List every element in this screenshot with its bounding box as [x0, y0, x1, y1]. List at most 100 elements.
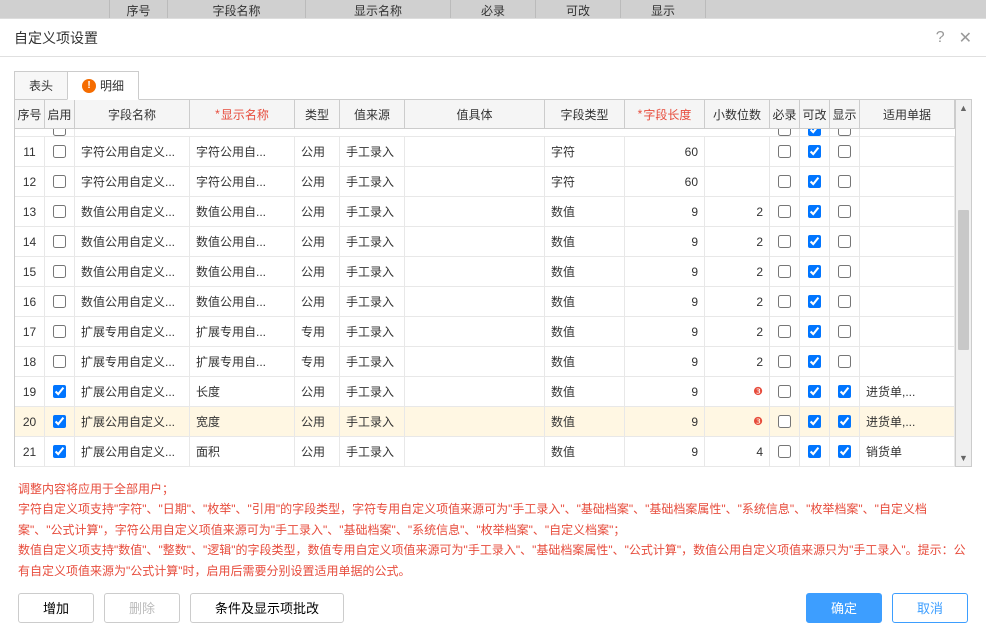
decimal-cell[interactable] [705, 137, 770, 166]
length-cell[interactable]: 9 [625, 377, 705, 406]
visible-checkbox[interactable] [830, 377, 860, 406]
display-name-cell[interactable]: 宽度 [190, 407, 295, 436]
length-cell[interactable]: 9 [625, 197, 705, 226]
enable-checkbox[interactable] [53, 129, 66, 136]
source-cell[interactable]: 手工录入 [340, 167, 405, 196]
col-field-name[interactable]: 字段名称 [75, 100, 190, 128]
required-checkbox[interactable] [778, 129, 791, 136]
visible-checkbox[interactable] [830, 317, 860, 346]
col-visible[interactable]: 显示 [830, 100, 860, 128]
scroll-up-icon[interactable]: ▲ [956, 100, 971, 116]
enable-checkbox[interactable] [45, 137, 75, 166]
enable-checkbox[interactable] [45, 227, 75, 256]
field-name-cell[interactable]: 扩展公用自定义... [75, 377, 190, 406]
body-cell[interactable] [405, 437, 545, 466]
modifiable-checkbox[interactable] [800, 377, 830, 406]
body-cell[interactable] [405, 317, 545, 346]
table-row[interactable]: 11字符公用自定义...字符公用自...公用手工录入字符60 [15, 137, 955, 167]
length-cell[interactable]: 60 [625, 137, 705, 166]
col-enable[interactable]: 启用 [45, 100, 75, 128]
enable-checkbox[interactable] [45, 437, 75, 466]
ok-button[interactable]: 确定 [806, 593, 882, 623]
visible-checkbox[interactable] [830, 407, 860, 436]
modifiable-checkbox[interactable] [808, 129, 821, 136]
body-cell[interactable] [405, 407, 545, 436]
docs-cell[interactable] [860, 227, 955, 256]
modifiable-checkbox[interactable] [800, 347, 830, 376]
display-name-cell[interactable]: 扩展专用自... [190, 347, 295, 376]
decimal-cell[interactable] [705, 167, 770, 196]
source-cell[interactable]: 手工录入 [340, 227, 405, 256]
enable-checkbox[interactable] [45, 407, 75, 436]
col-decimal[interactable]: 小数位数 [705, 100, 770, 128]
docs-cell[interactable] [860, 317, 955, 346]
enable-checkbox[interactable] [45, 197, 75, 226]
display-name-cell[interactable]: 数值公用自... [190, 287, 295, 316]
tab-detail[interactable]: ! 明细 [67, 71, 139, 100]
required-checkbox[interactable] [770, 317, 800, 346]
col-field-type[interactable]: 字段类型 [545, 100, 625, 128]
scroll-down-icon[interactable]: ▼ [956, 450, 971, 466]
source-cell[interactable]: 手工录入 [340, 197, 405, 226]
enable-checkbox[interactable] [45, 287, 75, 316]
body-cell[interactable] [405, 227, 545, 256]
visible-checkbox[interactable] [830, 227, 860, 256]
required-checkbox[interactable] [770, 167, 800, 196]
decimal-cell[interactable]: 2 [705, 227, 770, 256]
enable-checkbox[interactable] [45, 377, 75, 406]
enable-checkbox[interactable] [45, 317, 75, 346]
field-name-cell[interactable]: 数值公用自定义... [75, 197, 190, 226]
source-cell[interactable]: 手工录入 [340, 407, 405, 436]
modifiable-checkbox[interactable] [800, 167, 830, 196]
table-row[interactable] [15, 129, 955, 137]
field-name-cell[interactable]: 扩展专用自定义... [75, 317, 190, 346]
required-checkbox[interactable] [770, 437, 800, 466]
decimal-cell[interactable]: 4 [705, 437, 770, 466]
field-name-cell[interactable]: 扩展公用自定义... [75, 407, 190, 436]
col-type[interactable]: 类型 [295, 100, 340, 128]
display-name-cell[interactable]: 字符公用自... [190, 137, 295, 166]
modifiable-checkbox[interactable] [800, 287, 830, 316]
body-cell[interactable] [405, 197, 545, 226]
table-row[interactable]: 14数值公用自定义...数值公用自...公用手工录入数值92 [15, 227, 955, 257]
modifiable-checkbox[interactable] [800, 227, 830, 256]
docs-cell[interactable] [860, 197, 955, 226]
length-cell[interactable]: 9 [625, 257, 705, 286]
decimal-cell[interactable]: 2 [705, 197, 770, 226]
close-icon[interactable]: ✕ [959, 28, 972, 48]
visible-checkbox[interactable] [830, 287, 860, 316]
enable-checkbox[interactable] [45, 257, 75, 286]
field-type-cell[interactable]: 数值 [545, 407, 625, 436]
help-icon[interactable]: ? [936, 29, 945, 47]
field-type-cell[interactable]: 数值 [545, 437, 625, 466]
required-checkbox[interactable] [770, 227, 800, 256]
required-checkbox[interactable] [770, 407, 800, 436]
col-body[interactable]: 值具体 [405, 100, 545, 128]
enable-checkbox[interactable] [45, 167, 75, 196]
docs-cell[interactable]: 销货单 [860, 437, 955, 466]
vertical-scrollbar[interactable]: ▲ ▼ [956, 100, 972, 467]
docs-cell[interactable] [860, 137, 955, 166]
field-type-cell[interactable]: 数值 [545, 197, 625, 226]
table-row[interactable]: 19扩展公用自定义...长度公用手工录入数值9❸进货单,... [15, 377, 955, 407]
spinner-icon[interactable]: ❸ [753, 415, 763, 428]
col-seq[interactable]: 序号 [15, 100, 45, 128]
field-type-cell[interactable]: 数值 [545, 347, 625, 376]
table-row[interactable]: 20扩展公用自定义...宽度公用手工录入数值9❸进货单,... [15, 407, 955, 437]
display-name-cell[interactable]: 面积 [190, 437, 295, 466]
batch-button[interactable]: 条件及显示项批改 [190, 593, 344, 623]
length-cell[interactable]: 9 [625, 227, 705, 256]
visible-checkbox[interactable] [830, 437, 860, 466]
visible-checkbox[interactable] [830, 197, 860, 226]
visible-checkbox[interactable] [838, 129, 851, 136]
field-type-cell[interactable]: 数值 [545, 377, 625, 406]
required-checkbox[interactable] [770, 347, 800, 376]
cancel-button[interactable]: 取消 [892, 593, 968, 623]
table-row[interactable]: 17扩展专用自定义...扩展专用自...专用手工录入数值92 [15, 317, 955, 347]
body-cell[interactable] [405, 137, 545, 166]
decimal-cell[interactable]: 2 [705, 257, 770, 286]
decimal-cell[interactable]: ❸ [705, 377, 770, 406]
display-name-cell[interactable]: 扩展专用自... [190, 317, 295, 346]
col-required[interactable]: 必录 [770, 100, 800, 128]
body-cell[interactable] [405, 167, 545, 196]
